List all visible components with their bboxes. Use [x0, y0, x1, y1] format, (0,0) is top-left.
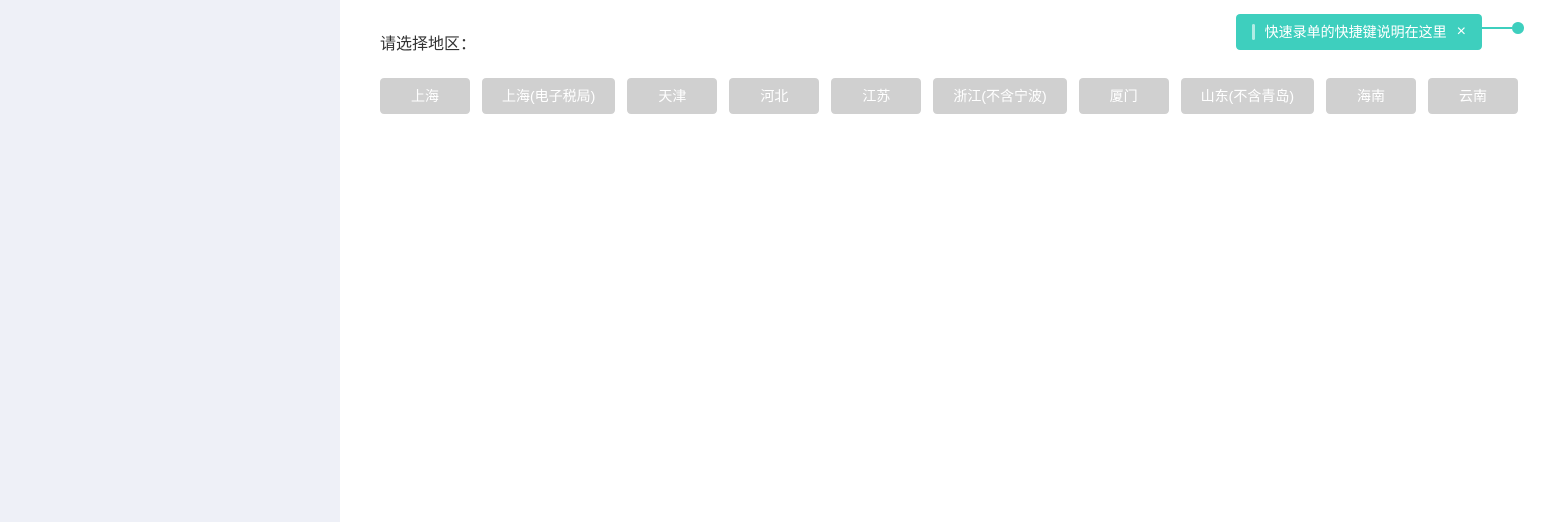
region-btn-jiangsu[interactable]: 江苏 [831, 78, 921, 114]
region-btn-yunnan[interactable]: 云南 [1428, 78, 1518, 114]
region-btn-hainan[interactable]: 海南 [1326, 78, 1416, 114]
region-btn-zhejiang[interactable]: 浙江(不含宁波) [933, 78, 1066, 114]
tooltip-close-button[interactable]: × [1457, 24, 1466, 40]
region-btn-hebei[interactable]: 河北 [729, 78, 819, 114]
tooltip-connector-line [1482, 27, 1512, 29]
region-buttons: 上海上海(电子税局) 天津河北江苏浙江(不含宁波) 厦门山东(不含青岛) 海南云南 [380, 78, 1522, 114]
region-btn-shandong[interactable]: 山东(不含青岛) [1181, 78, 1314, 114]
main-content: 请选择地区： 上海上海(电子税局)天津河北江苏浙江(不含宁波)厦门山东(不含青岛… [340, 0, 1562, 522]
left-sidebar [0, 0, 340, 522]
tooltip-bar: 快速录单的快捷键说明在这里 × [1236, 14, 1482, 50]
region-btn-shanghai-etax[interactable]: 上海(电子税局) [482, 78, 615, 114]
tooltip-divider [1252, 24, 1255, 40]
tooltip-connector-dot [1512, 22, 1524, 34]
region-btn-shanghai[interactable]: 上海 [380, 78, 470, 114]
region-btn-tianjin[interactable]: 天津 [627, 78, 717, 114]
tooltip-text: 快速录单的快捷键说明在这里 [1265, 22, 1447, 42]
region-btn-xiamen[interactable]: 厦门 [1079, 78, 1169, 114]
